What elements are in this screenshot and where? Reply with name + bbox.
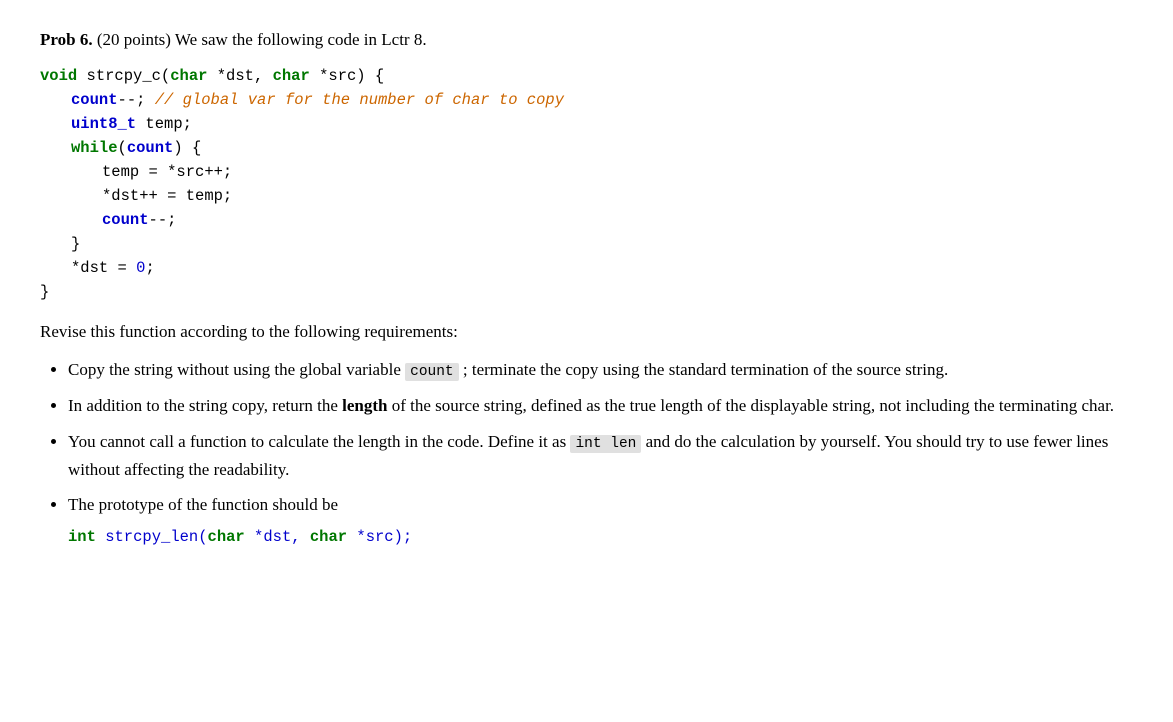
- prob-text: (20 points) We saw the following code in…: [93, 30, 427, 49]
- inline-code-intlen: int len: [570, 435, 641, 453]
- prob-heading: Prob 6. (20 points) We saw the following…: [40, 30, 1133, 50]
- code-line-2: count--; // global var for the number of…: [71, 88, 1133, 112]
- num-zero: 0: [136, 259, 145, 277]
- code-block: void strcpy_c(char *dst, char *src) { co…: [40, 64, 1133, 304]
- bullet-1-after: ; terminate the copy using the standard …: [459, 360, 949, 379]
- kw-char1: char: [170, 67, 207, 85]
- bullet-3-before: You cannot call a function to calculate …: [68, 432, 570, 451]
- proto-src: *src);: [347, 528, 412, 546]
- code-line-5: temp = *src++;: [102, 160, 1133, 184]
- inline-code-count: count: [405, 363, 459, 381]
- bold-length: length: [342, 396, 387, 415]
- kw-while: while: [71, 139, 118, 157]
- proto-funcname: strcpy_len(: [96, 528, 208, 546]
- code-line-7: count--;: [102, 208, 1133, 232]
- kw-char2: char: [273, 67, 310, 85]
- bullet-2-before: In addition to the string copy, return t…: [68, 396, 342, 415]
- bullet-1-before: Copy the string without using the global…: [68, 360, 405, 379]
- comment-global: // global var for the number of char to …: [155, 91, 564, 109]
- kw-void: void: [40, 67, 77, 85]
- code-line-4: while(count) {: [71, 136, 1133, 160]
- code-line-8: }: [71, 232, 1133, 256]
- bullet-2: In addition to the string copy, return t…: [68, 392, 1133, 419]
- bullet-1: Copy the string without using the global…: [68, 356, 1133, 384]
- code-line-6: *dst++ = temp;: [102, 184, 1133, 208]
- prob-label: Prob 6.: [40, 30, 93, 49]
- code-line-1: void strcpy_c(char *dst, char *src) {: [40, 64, 1133, 88]
- prototype-code: int strcpy_len(char *dst, char *src);: [68, 528, 1133, 546]
- proto-dst: *dst,: [245, 528, 310, 546]
- kw-count-while: count: [127, 139, 174, 157]
- code-line-3: uint8_t temp;: [71, 112, 1133, 136]
- bullet-2-after: of the source string, defined as the tru…: [388, 396, 1115, 415]
- bullet-list: Copy the string without using the global…: [68, 356, 1133, 518]
- proto-kw-char2: char: [310, 528, 347, 546]
- proto-kw-char1: char: [208, 528, 245, 546]
- kw-uint8: uint8_t: [71, 115, 136, 133]
- code-line-9: *dst = 0;: [71, 256, 1133, 280]
- kw-count-inner: count: [102, 211, 149, 229]
- bullet-4: The prototype of the function should be: [68, 491, 1133, 518]
- bullet-3: You cannot call a function to calculate …: [68, 428, 1133, 483]
- code-line-10: }: [40, 280, 1133, 304]
- revise-intro: Revise this function according to the fo…: [40, 322, 1133, 342]
- proto-kw-int: int: [68, 528, 96, 546]
- kw-count1: count: [71, 91, 118, 109]
- bullet-4-text: The prototype of the function should be: [68, 495, 338, 514]
